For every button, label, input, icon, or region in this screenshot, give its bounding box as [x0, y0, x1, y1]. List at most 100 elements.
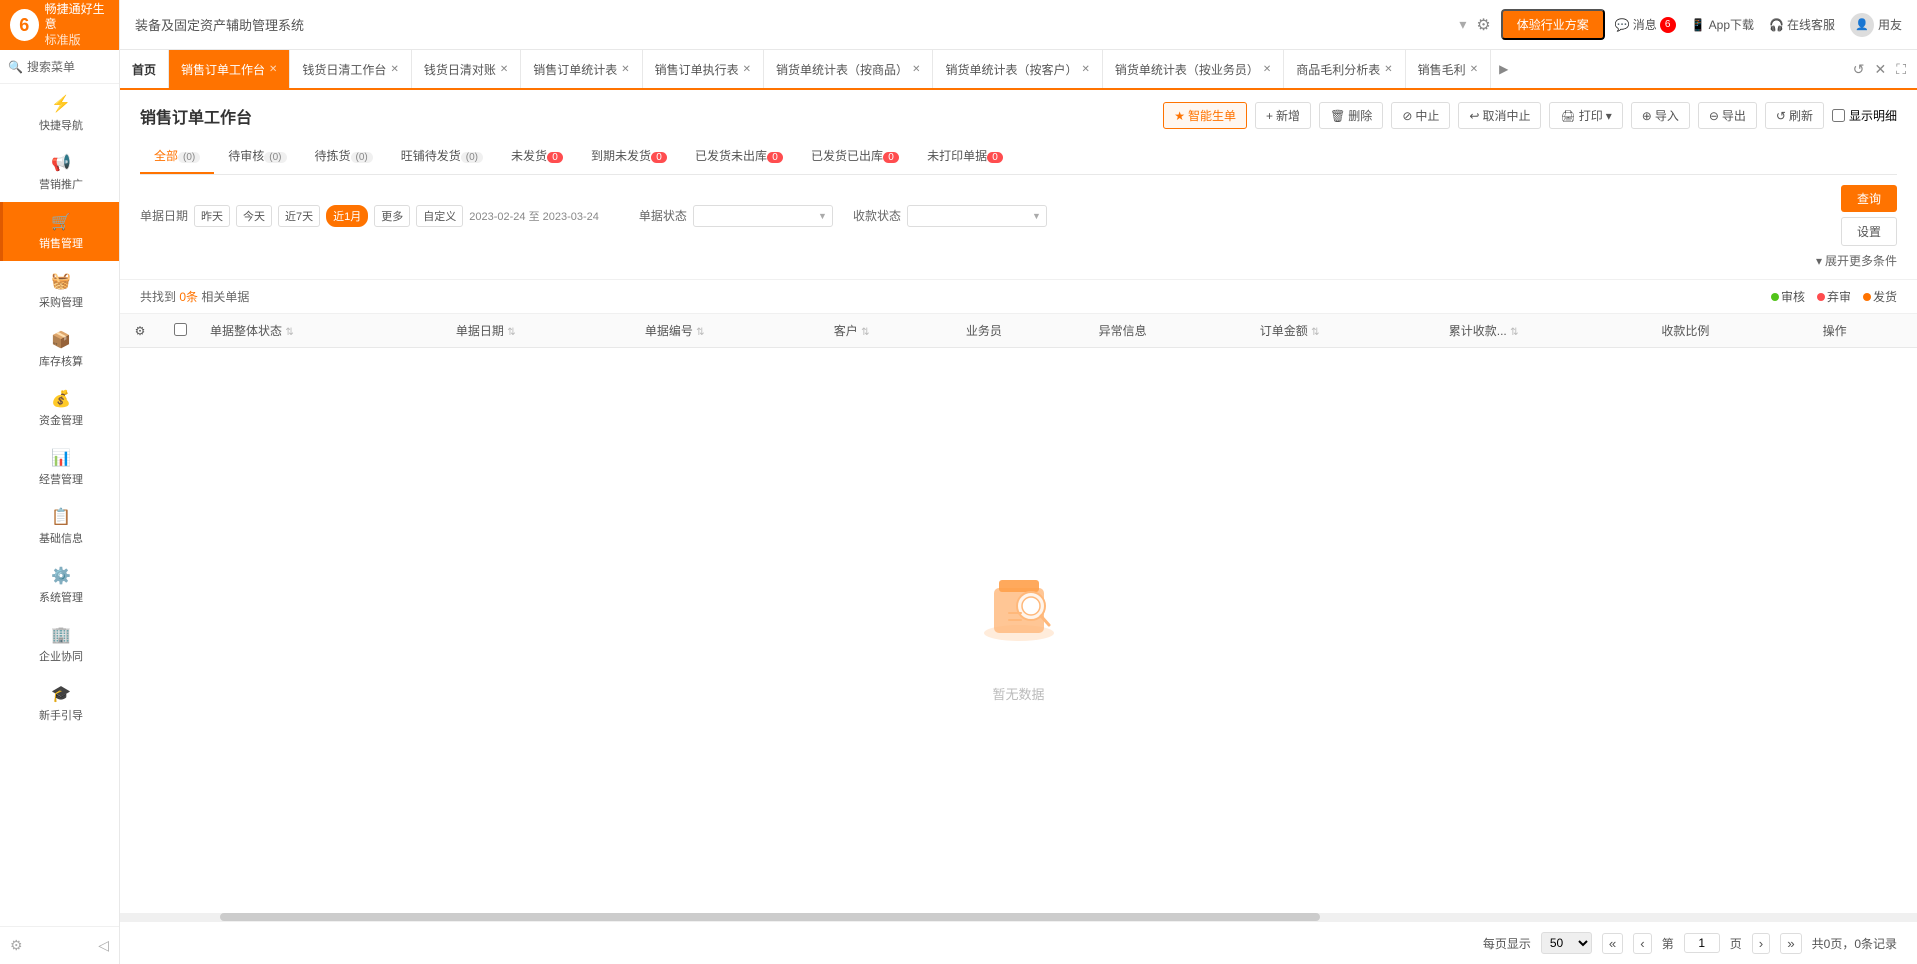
date-custom-btn[interactable]: 自定义: [416, 205, 463, 227]
add-btn[interactable]: + 新增: [1255, 102, 1311, 129]
date-more-btn[interactable]: 更多: [374, 205, 410, 227]
close-tab-icon[interactable]: ✕: [500, 64, 508, 75]
next-page-btn[interactable]: ›: [1752, 933, 1770, 954]
tab-sales-stats[interactable]: 销售订单统计表 ✕: [521, 50, 642, 89]
ship-op-btn[interactable]: 发货: [1863, 288, 1897, 305]
cancel-audit-op-btn[interactable]: 弃审: [1817, 288, 1851, 305]
tab-money-clear[interactable]: 钱货日清工作台 ✕: [290, 50, 411, 89]
detail-checkbox-input[interactable]: [1832, 109, 1845, 122]
search-menu-item[interactable]: 🔍 搜索菜单: [0, 50, 119, 84]
prev-page-btn[interactable]: ‹: [1633, 933, 1651, 954]
col-settings[interactable]: ⚙: [120, 314, 160, 348]
sidebar-item-basic[interactable]: 📋 基础信息: [0, 497, 119, 556]
collapse-icon[interactable]: ◁: [98, 937, 109, 954]
close-tab-icon[interactable]: ✕: [1081, 64, 1089, 75]
payment-select[interactable]: [907, 205, 1047, 227]
app-download-btn[interactable]: 📱 App下载: [1691, 16, 1754, 33]
expand-icon[interactable]: ▾: [1459, 16, 1466, 33]
select-all-checkbox[interactable]: [174, 323, 187, 336]
date-yesterday-btn[interactable]: 昨天: [194, 205, 230, 227]
tab-money-reconcile[interactable]: 钱货日清对账 ✕: [412, 50, 521, 89]
close-tab-icon[interactable]: ✕: [390, 64, 398, 75]
settings-footer-icon[interactable]: ⚙: [10, 937, 23, 954]
online-service-btn[interactable]: 🎧 在线客服: [1769, 16, 1835, 33]
close-tab-icon[interactable]: ✕: [1384, 64, 1392, 75]
show-detail-checkbox[interactable]: 显示明细: [1832, 107, 1897, 124]
settings-btn[interactable]: 设置: [1841, 217, 1897, 246]
tab-sales-by-customer[interactable]: 销货单统计表（按客户） ✕: [933, 50, 1102, 89]
import-btn[interactable]: ⊕ 导入: [1631, 102, 1690, 129]
col-date[interactable]: 单据日期 ⇅: [446, 314, 635, 348]
export-btn[interactable]: ⊖ 导出: [1698, 102, 1757, 129]
close-tab-icon[interactable]: ✕: [1263, 64, 1271, 75]
horizontal-scrollbar[interactable]: [120, 913, 1917, 921]
sidebar-item-finance[interactable]: 💰 资金管理: [0, 379, 119, 438]
col-received[interactable]: 累计收款... ⇅: [1439, 314, 1652, 348]
sidebar-item-inventory[interactable]: 📦 库存核算: [0, 320, 119, 379]
stop-btn[interactable]: ⊘ 中止: [1391, 102, 1450, 129]
sub-tab-shipped-out[interactable]: 已发货已出库0: [797, 139, 913, 174]
sidebar-item-quick-nav[interactable]: ⚡ 快捷导航: [0, 84, 119, 143]
col-action: 操作: [1813, 314, 1917, 348]
cancel-stop-btn[interactable]: ↩ 取消中止: [1458, 102, 1541, 129]
close-tab-icon[interactable]: ✕: [912, 64, 920, 75]
status-select[interactable]: [693, 205, 833, 227]
tab-gross-margin[interactable]: 商品毛利分析表 ✕: [1284, 50, 1405, 89]
expand-filters-btn[interactable]: ▾ 展开更多条件: [1816, 252, 1897, 269]
sidebar-item-operations[interactable]: 📊 经营管理: [0, 438, 119, 497]
tab-home[interactable]: 首页: [120, 50, 169, 89]
settings-icon[interactable]: ⚙: [1476, 15, 1490, 35]
close-tab-icon[interactable]: ✕: [743, 64, 751, 75]
delete-btn[interactable]: 🗑 删除: [1319, 102, 1383, 129]
scrollbar-thumb[interactable]: [220, 913, 1320, 921]
sidebar-item-system[interactable]: ⚙️ 系统管理: [0, 556, 119, 615]
tab-sales-by-salesman[interactable]: 销货单统计表（按业务员） ✕: [1103, 50, 1284, 89]
smart-create-btn[interactable]: ★ 智能生单: [1163, 102, 1247, 129]
inventory-icon: 📦: [51, 330, 71, 350]
message-btn[interactable]: 💬 消息 6: [1615, 16, 1676, 33]
close-tab-icon[interactable]: ✕: [269, 64, 277, 75]
date-1month-btn[interactable]: 近1月: [326, 205, 368, 227]
tab-sales-gross[interactable]: 销售毛利 ✕: [1406, 50, 1491, 89]
print-btn[interactable]: 🖨 打印 ▾: [1549, 102, 1622, 129]
col-number[interactable]: 单据编号 ⇅: [635, 314, 824, 348]
tab-maximize-icon[interactable]: ⛶: [1893, 61, 1909, 78]
sidebar-item-sales[interactable]: 🛒 销售管理: [0, 202, 119, 261]
refresh-btn[interactable]: ↺ 刷新: [1765, 102, 1824, 129]
sidebar-item-guide[interactable]: 🎓 新手引导: [0, 674, 119, 733]
search-btn[interactable]: 查询: [1841, 185, 1897, 212]
user-area[interactable]: 👤 用友: [1850, 13, 1902, 37]
sub-tab-wangpu-ship[interactable]: 旺铺待发货(0): [387, 139, 497, 174]
sub-tab-not-printed[interactable]: 未打印单据0: [913, 139, 1017, 174]
col-customer[interactable]: 客户 ⇅: [824, 314, 956, 348]
col-amount[interactable]: 订单金额 ⇅: [1250, 314, 1439, 348]
tab-sales-by-product[interactable]: 销货单统计表（按商品） ✕: [764, 50, 933, 89]
close-tab-icon[interactable]: ✕: [621, 64, 629, 75]
plus-icon: +: [1266, 109, 1273, 123]
sub-tab-not-shipped[interactable]: 未发货0: [497, 139, 577, 174]
first-page-btn[interactable]: «: [1602, 933, 1623, 954]
sub-tab-overdue-not-shipped[interactable]: 到期未发货0: [577, 139, 681, 174]
tab-sales-workbench[interactable]: 销售订单工作台 ✕: [169, 50, 290, 89]
page-number-input[interactable]: [1684, 933, 1720, 953]
tab-sales-execution[interactable]: 销售订单执行表 ✕: [643, 50, 764, 89]
logo-text: 畅捷通好生意 标准版: [45, 2, 109, 49]
close-tab-icon[interactable]: ✕: [1470, 64, 1478, 75]
tab-close-icon[interactable]: ✕: [1871, 61, 1889, 78]
last-page-btn[interactable]: »: [1780, 933, 1801, 954]
sidebar-item-purchase[interactable]: 🧺 采购管理: [0, 261, 119, 320]
sidebar-item-enterprise[interactable]: 🏢 企业协同: [0, 615, 119, 674]
sub-tab-all[interactable]: 全部(0): [140, 139, 214, 174]
trial-btn[interactable]: 体验行业方案: [1501, 9, 1605, 40]
date-today-btn[interactable]: 今天: [236, 205, 272, 227]
date-7days-btn[interactable]: 近7天: [278, 205, 320, 227]
col-check[interactable]: [160, 314, 200, 348]
tab-more-btn[interactable]: ▶: [1491, 50, 1516, 89]
audit-op-btn[interactable]: 审核: [1771, 288, 1805, 305]
per-page-select[interactable]: 50 100: [1541, 932, 1592, 954]
sidebar-item-marketing[interactable]: 📢 营销推广: [0, 143, 119, 202]
sub-tab-pending-review[interactable]: 待审核(0): [214, 139, 300, 174]
sub-tab-pending-pick[interactable]: 待拣货(0): [301, 139, 387, 174]
tab-refresh-icon[interactable]: ↺: [1850, 61, 1868, 78]
sub-tab-shipped-not-out[interactable]: 已发货未出库0: [681, 139, 797, 174]
